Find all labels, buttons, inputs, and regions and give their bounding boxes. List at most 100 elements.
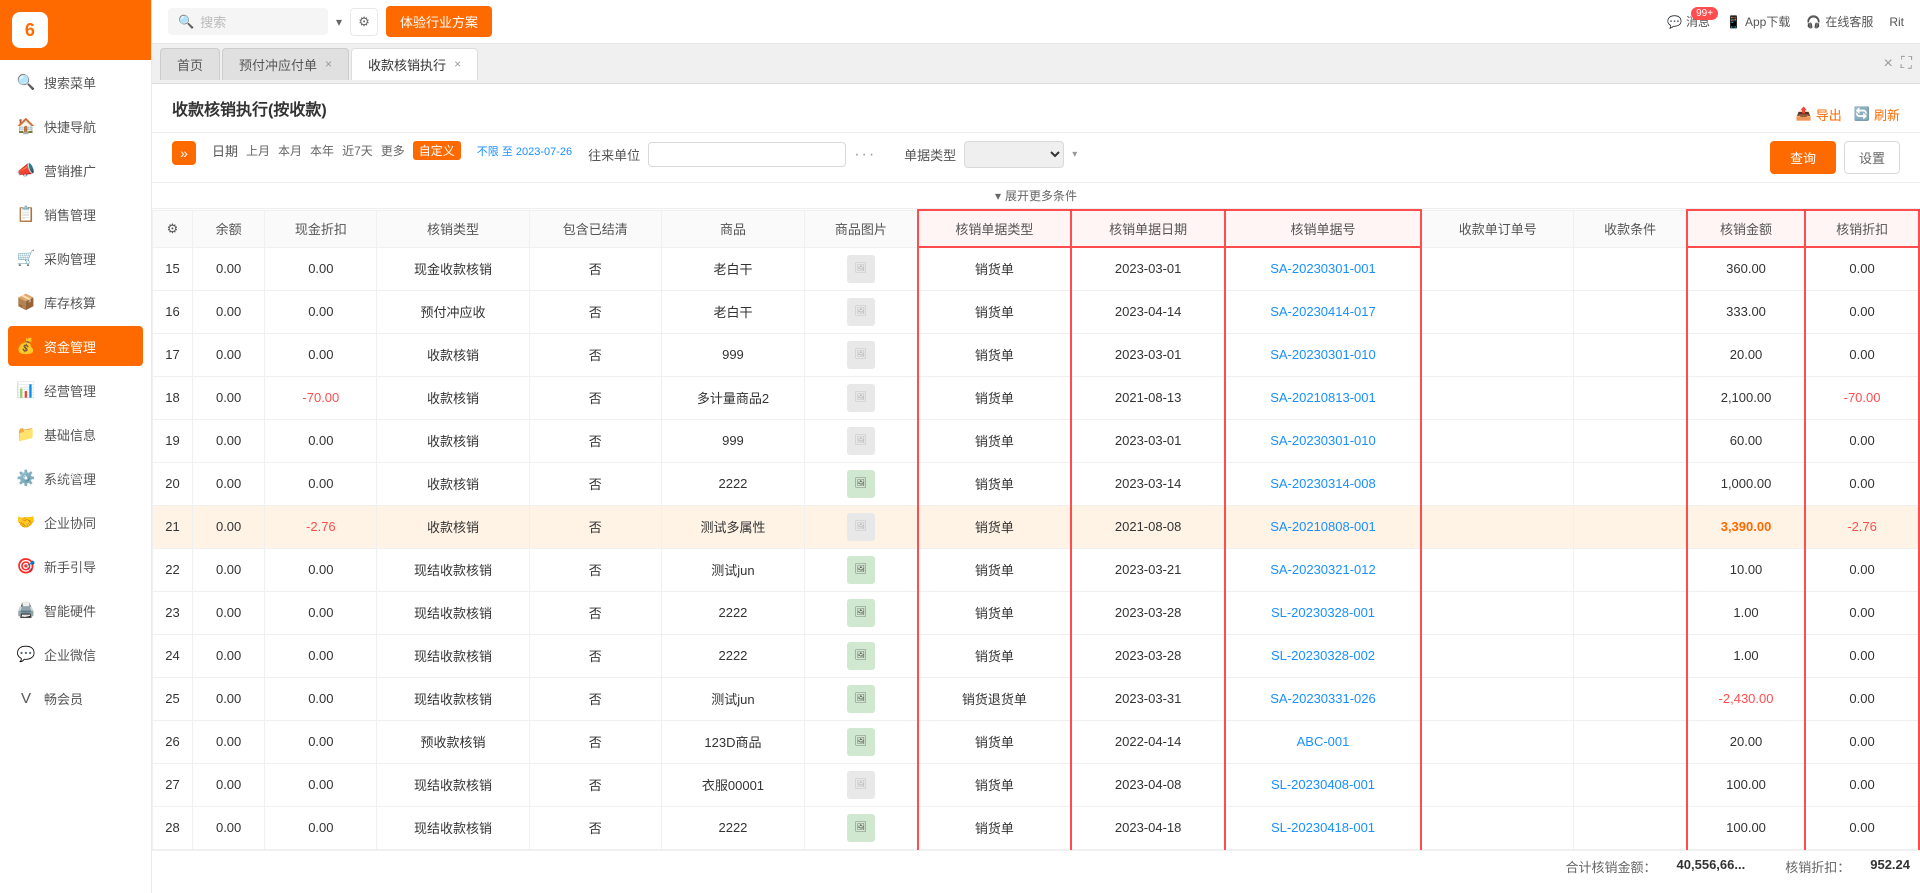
cell-receipt-condition — [1574, 376, 1687, 419]
tab-prepay-close[interactable]: × — [325, 57, 332, 71]
service-btn[interactable]: 🎧 在线客服 — [1806, 13, 1873, 30]
cell-verify-bill-type: 销货单 — [918, 591, 1072, 634]
verify-bill-no-link[interactable]: SA-20230414-017 — [1270, 304, 1376, 319]
sidebar-icon-finance: 💰 — [16, 336, 36, 356]
cell-cash-discount: -2.76 — [265, 505, 377, 548]
cell-product: 老白干 — [661, 247, 804, 290]
sidebar-item-purchase[interactable]: 🛒 采购管理 — [0, 236, 151, 280]
sidebar-label-purchase: 采购管理 — [44, 249, 96, 268]
sidebar-item-guide[interactable]: 🎯 新手引导 — [0, 544, 151, 588]
cell-no: 21 — [153, 505, 193, 548]
sidebar-item-finance[interactable]: 💰 资金管理 — [8, 326, 143, 366]
date-this-year[interactable]: 本年 — [310, 142, 334, 159]
cell-product-img: 🖼 — [805, 634, 918, 677]
verify-bill-no-link[interactable]: SL-20230328-001 — [1271, 605, 1375, 620]
sidebar-label-wechat: 企业微信 — [44, 645, 96, 664]
content: 收款核销执行(按收款) 📤 导出 🔄 刷新 » 日期 — [152, 84, 1920, 893]
topbar-dropdown[interactable]: ▾ — [336, 15, 342, 29]
cell-verify-bill-type: 销货单 — [918, 505, 1072, 548]
tab-expand-icon[interactable]: ⛶ — [1901, 55, 1912, 73]
cell-receipt-order-no — [1421, 462, 1574, 505]
refresh-btn[interactable]: 🔄 刷新 — [1854, 105, 1900, 124]
cell-verify-bill-date: 2022-04-14 — [1071, 720, 1225, 763]
cell-verify-amount: 1.00 — [1687, 591, 1805, 634]
cell-verify-bill-date: 2023-04-14 — [1071, 290, 1225, 333]
cell-product-img: 🖼 — [805, 290, 918, 333]
export-label: 导出 — [1816, 105, 1842, 124]
sidebar-item-basic[interactable]: 📁 基础信息 — [0, 412, 151, 456]
tab-home[interactable]: 首页 — [160, 48, 220, 80]
date-more[interactable]: 更多 — [381, 142, 405, 159]
cell-verify-discount: 0.00 — [1805, 763, 1919, 806]
tab-close-all-icon[interactable]: × — [1883, 55, 1892, 73]
verify-bill-no-link[interactable]: SA-20230301-010 — [1270, 433, 1376, 448]
th-product: 商品 — [661, 210, 804, 247]
refresh-icon: 🔄 — [1854, 106, 1870, 122]
sidebar-item-inventory[interactable]: 📦 库存核算 — [0, 280, 151, 324]
verify-bill-no-link[interactable]: SA-20230301-010 — [1270, 347, 1376, 362]
product-thumbnail: 🖼 — [847, 814, 875, 842]
verify-bill-no-link[interactable]: SA-20210808-001 — [1270, 519, 1376, 534]
type-select[interactable] — [964, 141, 1064, 168]
cell-verify-amount: 100.00 — [1687, 763, 1805, 806]
cell-verify-bill-type: 销货单 — [918, 548, 1072, 591]
cell-balance: 0.00 — [193, 419, 265, 462]
verify-bill-no-link[interactable]: SL-20230418-001 — [1271, 820, 1375, 835]
date-range-display: 不限 至 2023-07-26 — [477, 143, 572, 159]
settings-btn[interactable]: 设置 — [1844, 141, 1900, 174]
query-btn[interactable]: 查询 — [1770, 141, 1836, 174]
cell-product-img: 🖼 — [805, 677, 918, 720]
verify-bill-no-link[interactable]: SL-20230408-001 — [1271, 777, 1375, 792]
tab-receipt[interactable]: 收款核销执行 × — [351, 48, 478, 80]
filter-expand-btn[interactable]: » — [172, 141, 196, 165]
sidebar-item-hardware[interactable]: 🖨️ 智能硬件 — [0, 588, 151, 632]
sidebar-item-sales[interactable]: 📋 销售管理 — [0, 192, 151, 236]
tab-prepay[interactable]: 预付冲应付单 × — [222, 48, 349, 80]
cell-verify-bill-type: 销货单 — [918, 376, 1072, 419]
sidebar-item-search[interactable]: 🔍 搜索菜单 — [0, 60, 151, 104]
sidebar-item-marketing[interactable]: 📣 营销推广 — [0, 148, 151, 192]
sidebar-item-vip[interactable]: V 畅会员 — [0, 676, 151, 720]
date-7days[interactable]: 近7天 — [342, 142, 373, 159]
expand-more-btn[interactable]: ▾ 展开更多条件 — [995, 187, 1077, 204]
verify-bill-no-link[interactable]: SA-20230301-001 — [1270, 261, 1376, 276]
search-box[interactable]: 🔍 搜索 — [168, 8, 328, 35]
cell-cash-discount: 0.00 — [265, 419, 377, 462]
message-btn[interactable]: 💬 消息 99+ — [1667, 13, 1710, 30]
cell-include-cleared: 否 — [529, 720, 661, 763]
app-download-btn[interactable]: 📱 App下载 — [1726, 13, 1790, 30]
topbar-gear-btn[interactable]: ⚙ — [350, 8, 378, 36]
unit-input[interactable] — [648, 142, 846, 167]
cell-cash-discount: -70.00 — [265, 376, 377, 419]
date-custom[interactable]: 自定义 — [413, 141, 461, 160]
table-row: 16 0.00 0.00 预付冲应收 否 老白干 🖼 销货单 2023-04-1… — [153, 290, 1920, 333]
verify-bill-no-link[interactable]: SA-20230321-012 — [1270, 562, 1376, 577]
verify-bill-no-link[interactable]: SL-20230328-002 — [1271, 648, 1375, 663]
user-avatar-btn[interactable]: Rit — [1889, 15, 1904, 29]
cell-verify-bill-date: 2023-04-08 — [1071, 763, 1225, 806]
verify-bill-no-link[interactable]: SA-20230314-008 — [1270, 476, 1376, 491]
sidebar-item-operation[interactable]: 📊 经营管理 — [0, 368, 151, 412]
sidebar-item-wechat[interactable]: 💬 企业微信 — [0, 632, 151, 676]
filter-actions: 查询 设置 — [1770, 141, 1900, 174]
date-this-month[interactable]: 本月 — [278, 142, 302, 159]
cell-receipt-order-no — [1421, 763, 1574, 806]
th-gear[interactable]: ⚙ — [153, 210, 193, 247]
cell-include-cleared: 否 — [529, 462, 661, 505]
verify-bill-no-link[interactable]: ABC-001 — [1297, 734, 1350, 749]
verify-bill-no-link[interactable]: SA-20230331-026 — [1270, 691, 1376, 706]
date-label: 日期 — [212, 141, 238, 160]
sidebar-item-quicknav[interactable]: 🏠 快捷导航 — [0, 104, 151, 148]
cell-balance: 0.00 — [193, 333, 265, 376]
export-btn[interactable]: 📤 导出 — [1796, 105, 1842, 124]
cell-product-img: 🖼 — [805, 333, 918, 376]
cell-verify-bill-no: SA-20230314-008 — [1225, 462, 1421, 505]
sidebar-item-collab[interactable]: 🤝 企业协同 — [0, 500, 151, 544]
expand-more-icon: ▾ — [995, 189, 1001, 203]
cell-verify-bill-date: 2023-03-14 — [1071, 462, 1225, 505]
cell-verify-bill-no: SA-20210813-001 — [1225, 376, 1421, 419]
tab-receipt-close[interactable]: × — [454, 57, 461, 71]
industry-btn[interactable]: 体验行业方案 — [386, 6, 492, 37]
verify-bill-no-link[interactable]: SA-20210813-001 — [1270, 390, 1376, 405]
date-last-month[interactable]: 上月 — [246, 142, 270, 159]
